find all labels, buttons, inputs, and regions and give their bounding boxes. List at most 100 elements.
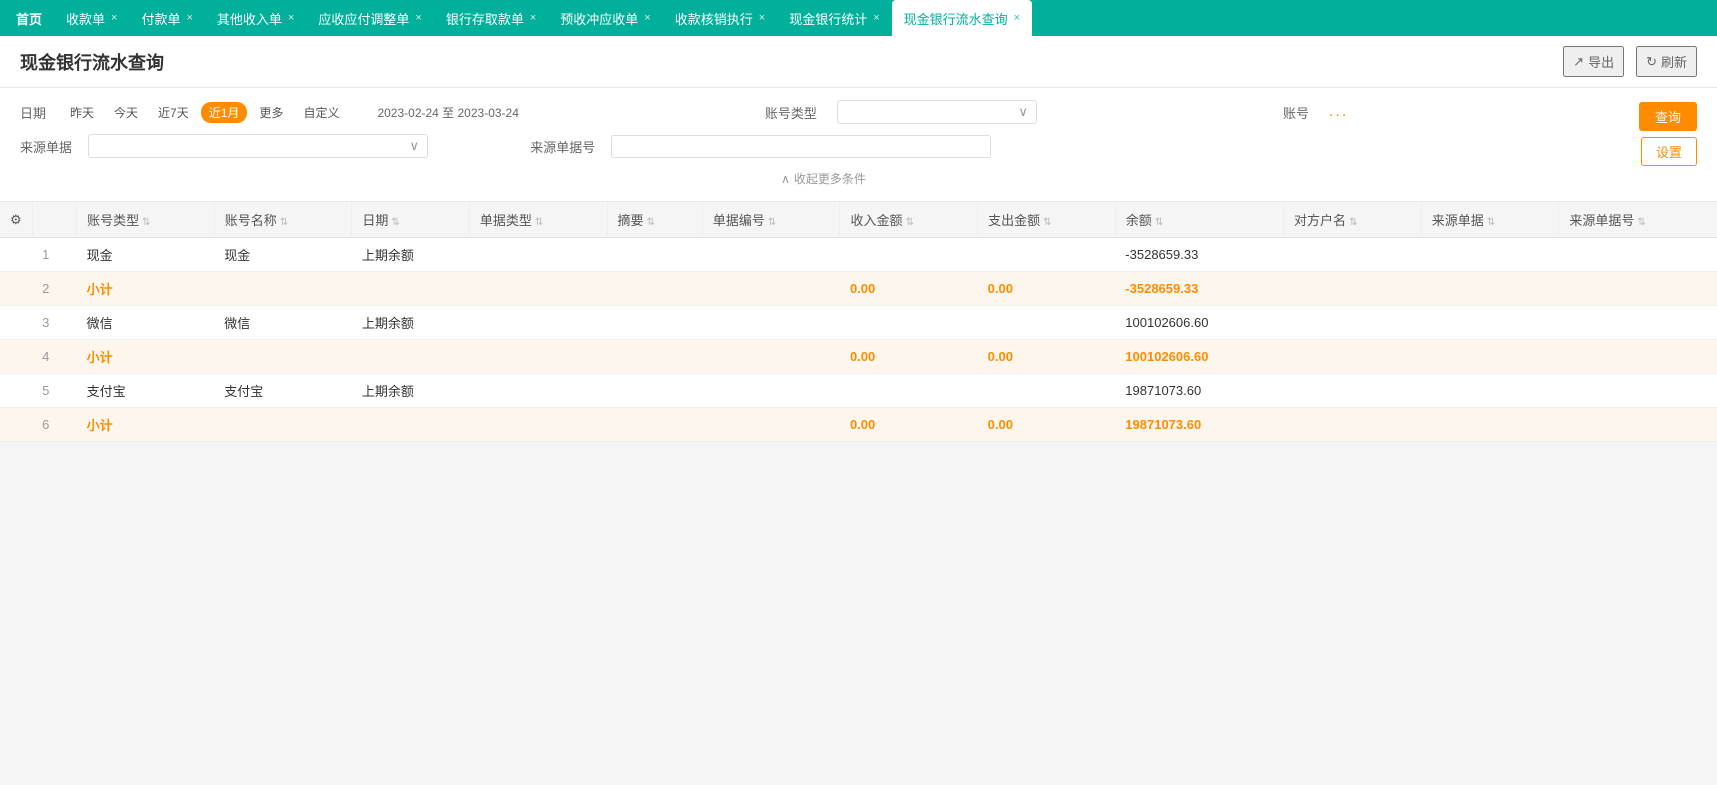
cell-source-doc-no <box>1559 306 1717 340</box>
refresh-button[interactable]: ↻ 刷新 <box>1636 46 1697 77</box>
source-doc-select[interactable]: ∨ <box>88 134 428 158</box>
close-icon[interactable]: × <box>1014 12 1020 24</box>
date-btn-today[interactable]: 今天 <box>106 102 146 123</box>
close-icon[interactable]: × <box>530 12 536 24</box>
close-icon[interactable]: × <box>873 12 879 24</box>
collapse-filter-btn[interactable]: ∧ 收起更多条件 <box>20 168 1623 193</box>
cell-summary <box>607 374 702 408</box>
table-row: 5支付宝支付宝上期余额19871073.60 <box>0 374 1717 408</box>
sort-icon: ⇅ <box>1043 217 1051 228</box>
cell-expense <box>978 238 1116 272</box>
nav-tab-prepay[interactable]: 预收冲应收单 × <box>548 0 662 36</box>
cell-source-doc-no <box>1559 374 1717 408</box>
account-ellipsis-btn[interactable]: ... <box>1329 103 1348 121</box>
header-actions: ↗ 导出 ↻ 刷新 <box>1563 46 1697 77</box>
cell-date: 上期余额 <box>352 374 469 408</box>
cell-doc-type <box>469 340 607 374</box>
cell-settings <box>0 374 32 408</box>
col-summary[interactable]: 摘要⇅ <box>607 202 702 238</box>
close-icon[interactable]: × <box>759 12 765 24</box>
date-btn-more[interactable]: 更多 <box>251 102 291 123</box>
cell-source-doc <box>1421 408 1559 442</box>
cell-source-doc <box>1421 306 1559 340</box>
col-source-doc-no[interactable]: 来源单据号⇅ <box>1559 202 1717 238</box>
close-icon[interactable]: × <box>111 12 117 24</box>
cell-income: 0.00 <box>840 340 978 374</box>
table-row: 2小计0.000.00-3528659.33 <box>0 272 1717 306</box>
cell-balance: 19871073.60 <box>1115 374 1283 408</box>
close-icon[interactable]: × <box>288 12 294 24</box>
nav-tab-payment[interactable]: 付款单 × <box>129 0 204 36</box>
cell-account-type: 现金 <box>77 238 215 272</box>
nav-tab-home[interactable]: 首页 <box>4 0 54 36</box>
sort-icon: ⇅ <box>1155 217 1163 228</box>
cell-settings <box>0 306 32 340</box>
cell-doc-type <box>469 374 607 408</box>
cell-summary <box>607 238 702 272</box>
cell-source-doc <box>1421 238 1559 272</box>
col-account-type[interactable]: 账号类型⇅ <box>77 202 215 238</box>
filter-row-1: 日期 昨天 今天 近7天 近1月 更多 自定义 2023-02-24 至 202… <box>20 100 1623 124</box>
collapse-icon: ∧ <box>781 172 790 186</box>
source-doc-no-input[interactable] <box>611 135 991 158</box>
nav-tab-other-income[interactable]: 其他收入单 × <box>205 0 306 36</box>
sort-icon: ⇅ <box>768 217 776 228</box>
col-source-doc[interactable]: 来源单据⇅ <box>1421 202 1559 238</box>
cell-index: 5 <box>32 374 76 408</box>
date-btn-1month[interactable]: 近1月 <box>201 102 248 123</box>
cell-index: 6 <box>32 408 76 442</box>
col-date[interactable]: 日期⇅ <box>352 202 469 238</box>
date-btn-7days[interactable]: 近7天 <box>150 102 197 123</box>
col-doc-no[interactable]: 单据编号⇅ <box>702 202 840 238</box>
cell-income: 0.00 <box>840 272 978 306</box>
cell-balance: -3528659.33 <box>1115 272 1283 306</box>
cell-expense <box>978 374 1116 408</box>
close-icon[interactable]: × <box>415 12 421 24</box>
source-doc-no-label: 来源单据号 <box>530 137 595 156</box>
close-icon[interactable]: × <box>186 12 192 24</box>
cell-summary <box>607 306 702 340</box>
date-btn-yesterday[interactable]: 昨天 <box>62 102 102 123</box>
col-balance[interactable]: 余额⇅ <box>1115 202 1283 238</box>
cell-source-doc-no <box>1559 340 1717 374</box>
cell-balance: 19871073.60 <box>1115 408 1283 442</box>
cell-date <box>352 340 469 374</box>
col-expense[interactable]: 支出金额⇅ <box>978 202 1116 238</box>
sort-icon: ⇅ <box>647 217 655 228</box>
cell-expense: 0.00 <box>978 408 1116 442</box>
chevron-down-icon: ∨ <box>1018 104 1028 120</box>
cell-summary <box>607 340 702 374</box>
col-account-name[interactable]: 账号名称⇅ <box>214 202 352 238</box>
col-counterpart[interactable]: 对方户名⇅ <box>1284 202 1422 238</box>
date-range-display: 2023-02-24 至 2023-03-24 <box>377 104 518 121</box>
nav-tab-verify[interactable]: 收款核销执行 × <box>663 0 777 36</box>
sort-icon: ⇅ <box>391 217 399 228</box>
account-type-select[interactable]: ∨ <box>837 100 1037 124</box>
export-button[interactable]: ↗ 导出 <box>1563 46 1624 77</box>
date-btn-custom[interactable]: 自定义 <box>295 102 347 123</box>
col-income[interactable]: 收入金额⇅ <box>840 202 978 238</box>
nav-tab-stats[interactable]: 现金银行统计 × <box>777 0 891 36</box>
cell-doc-type <box>469 408 607 442</box>
nav-tab-ar-ap-adjust[interactable]: 应收应付调整单 × <box>306 0 433 36</box>
cell-income <box>840 374 978 408</box>
settings-button[interactable]: 设置 <box>1641 137 1697 166</box>
nav-tab-bank-deposit[interactable]: 银行存取款单 × <box>434 0 548 36</box>
cell-source-doc <box>1421 374 1559 408</box>
col-doc-type[interactable]: 单据类型⇅ <box>469 202 607 238</box>
account-type-label: 账号类型 <box>765 103 817 122</box>
close-icon[interactable]: × <box>644 12 650 24</box>
nav-tab-receipt[interactable]: 收款单 × <box>54 0 129 36</box>
sort-icon: ⇅ <box>1349 217 1357 228</box>
nav-tab-ledger-query[interactable]: 现金银行流水查询 × <box>892 0 1032 36</box>
cell-summary <box>607 408 702 442</box>
data-table-wrapper: ⚙ 账号类型⇅ 账号名称⇅ 日期⇅ 单据类型⇅ 摘要⇅ <box>0 202 1717 442</box>
cell-source-doc <box>1421 340 1559 374</box>
cell-doc-type <box>469 272 607 306</box>
col-settings[interactable]: ⚙ <box>0 202 32 238</box>
cell-date: 上期余额 <box>352 306 469 340</box>
table-row: 6小计0.000.0019871073.60 <box>0 408 1717 442</box>
table-row: 1现金现金上期余额-3528659.33 <box>0 238 1717 272</box>
query-button[interactable]: 查询 <box>1639 102 1697 131</box>
filter-row-2: 来源单据 ∨ 来源单据号 <box>20 134 1623 158</box>
